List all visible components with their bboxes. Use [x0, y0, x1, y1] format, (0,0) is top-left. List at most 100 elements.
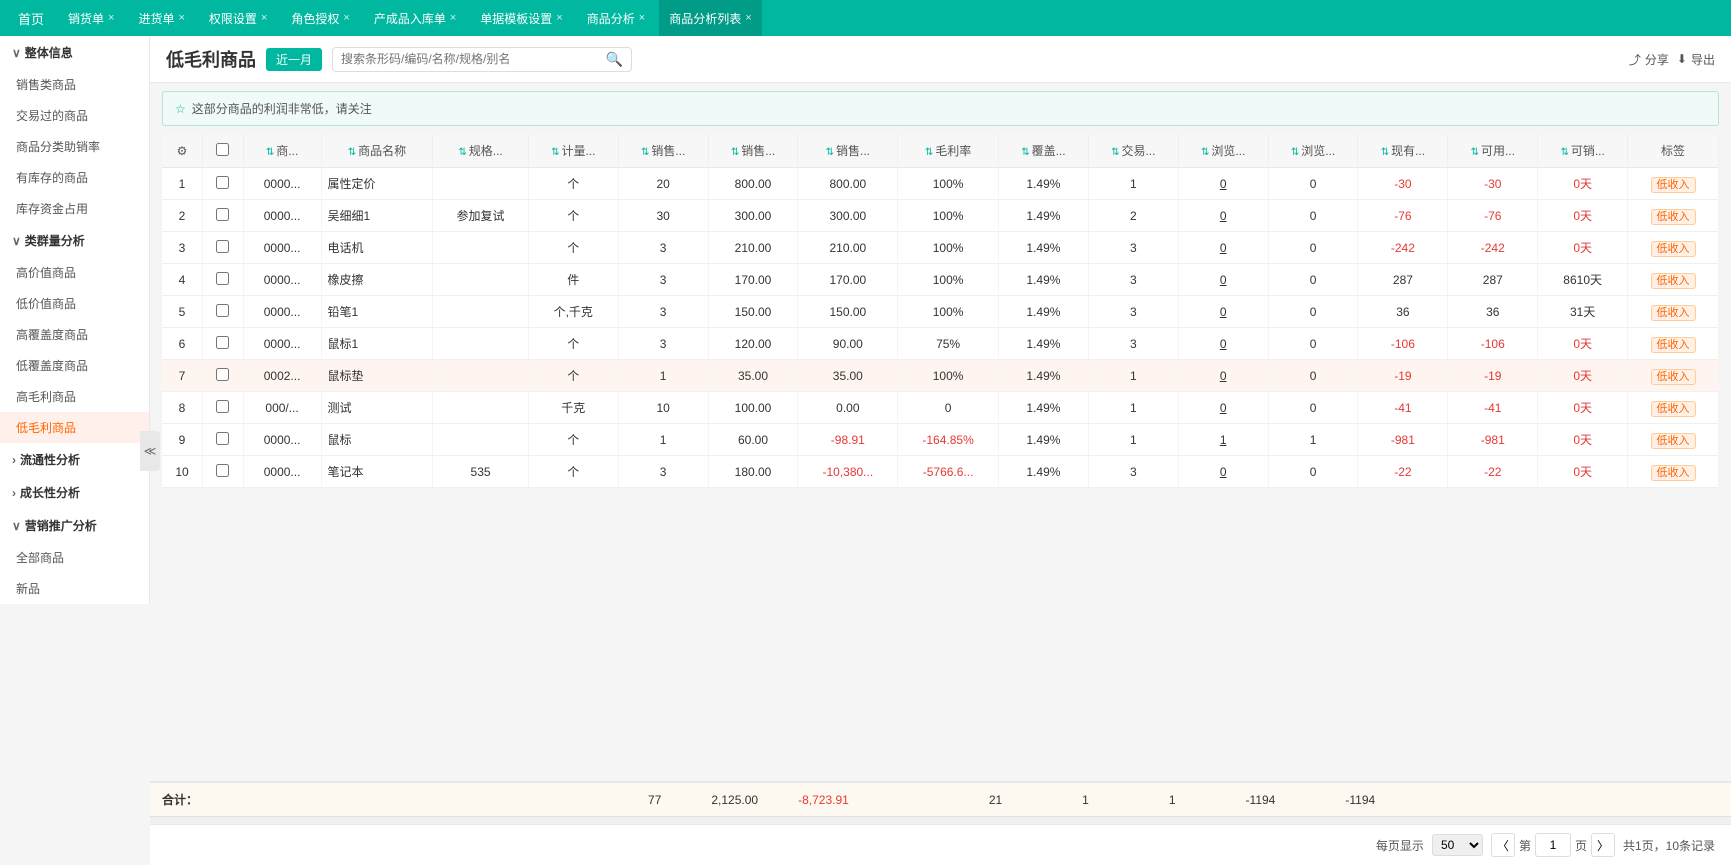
sidebar-item-low-coverage[interactable]: 低覆盖度商品: [0, 350, 149, 381]
share-button[interactable]: ⤴ 分享: [1629, 51, 1669, 68]
sidebar-group-overall[interactable]: ∨ 整体信息: [0, 36, 149, 69]
search-icon[interactable]: 🔍: [606, 51, 623, 68]
horizontal-scrollbar[interactable]: [150, 816, 1731, 824]
td-view1[interactable]: 0: [1178, 264, 1268, 296]
period-button[interactable]: 近一月: [266, 48, 322, 71]
td-saleable: 0天: [1538, 360, 1628, 392]
nav-purchase-order[interactable]: 进货单 ×: [128, 0, 194, 36]
sidebar-item-high-coverage[interactable]: 高覆盖度商品: [0, 319, 149, 350]
nav-product-analysis-list[interactable]: 商品分析列表 ×: [659, 0, 761, 36]
td-view1[interactable]: 0: [1178, 168, 1268, 200]
page-input[interactable]: [1535, 833, 1571, 857]
row-checkbox[interactable]: [216, 240, 229, 253]
td-view1[interactable]: 0: [1178, 296, 1268, 328]
td-checkbox[interactable]: [202, 232, 243, 264]
td-name: 橡皮擦: [321, 264, 433, 296]
nav-close-product[interactable]: ×: [450, 12, 456, 24]
sidebar-item-low-margin[interactable]: 低毛利商品: [0, 412, 149, 443]
row-checkbox[interactable]: [216, 368, 229, 381]
td-tag: 低收入: [1628, 296, 1719, 328]
nav-close-purchase[interactable]: ×: [178, 12, 184, 24]
th-gear[interactable]: ⚙: [162, 134, 202, 168]
export-button[interactable]: ⬇ 导出: [1677, 51, 1715, 68]
row-checkbox[interactable]: [216, 208, 229, 221]
td-sales1: 3: [618, 264, 708, 296]
td-checkbox[interactable]: [202, 264, 243, 296]
nav-permissions[interactable]: 权限设置 ×: [199, 0, 277, 36]
nav-home[interactable]: 首页: [8, 0, 54, 36]
td-view1[interactable]: 0: [1178, 200, 1268, 232]
table-row: 8 000/... 测试 千克 10 100.00 0.00 0 1.49% 1…: [162, 392, 1719, 424]
sidebar-item-sales-goods[interactable]: 销售类商品: [0, 69, 149, 100]
td-view1[interactable]: 0: [1178, 328, 1268, 360]
row-checkbox[interactable]: [216, 336, 229, 349]
notice-icon: ☆: [175, 102, 186, 116]
td-view1[interactable]: 0: [1178, 232, 1268, 264]
td-available: 287: [1448, 264, 1538, 296]
nav-close-analysis[interactable]: ×: [639, 12, 645, 24]
sidebar-group-cluster[interactable]: ∨ 类群量分析: [0, 224, 149, 257]
per-page-select[interactable]: 50 20 100: [1432, 834, 1483, 856]
sidebar-item-traded-goods[interactable]: 交易过的商品: [0, 100, 149, 131]
td-trade: 3: [1088, 296, 1178, 328]
nav-close-template[interactable]: ×: [556, 12, 562, 24]
td-checkbox[interactable]: [202, 360, 243, 392]
arrow-icon-3: ›: [12, 453, 16, 467]
footer-view1: 1: [1082, 793, 1089, 807]
sidebar-item-all-goods[interactable]: 全部商品: [0, 542, 149, 573]
th-checkbox[interactable]: [202, 134, 243, 168]
row-checkbox[interactable]: [216, 400, 229, 413]
search-input[interactable]: [341, 52, 606, 66]
sidebar-item-low-value[interactable]: 低价值商品: [0, 288, 149, 319]
nav-template-settings[interactable]: 单据模板设置 ×: [470, 0, 572, 36]
nav-close-role[interactable]: ×: [343, 12, 349, 24]
td-checkbox[interactable]: [202, 296, 243, 328]
td-trade: 1: [1088, 392, 1178, 424]
td-checkbox[interactable]: [202, 392, 243, 424]
row-checkbox[interactable]: [216, 176, 229, 189]
nav-product-analysis[interactable]: 商品分析 ×: [577, 0, 655, 36]
sidebar-item-high-value[interactable]: 高价值商品: [0, 257, 149, 288]
td-sales3: 90.00: [798, 328, 898, 360]
row-checkbox[interactable]: [216, 304, 229, 317]
td-view2: 0: [1268, 168, 1358, 200]
sidebar-item-new-goods[interactable]: 新品: [0, 573, 149, 604]
next-page-button[interactable]: 〉: [1591, 833, 1615, 857]
sidebar-item-high-margin[interactable]: 高毛利商品: [0, 381, 149, 412]
nav-close-analysis-list[interactable]: ×: [745, 12, 751, 24]
sidebar-collapse-button[interactable]: ≪: [140, 431, 160, 471]
td-sales2: 100.00: [708, 392, 798, 424]
td-checkbox[interactable]: [202, 200, 243, 232]
nav-close-sales[interactable]: ×: [108, 12, 114, 24]
sidebar-item-inventory-funds[interactable]: 库存资金占用: [0, 193, 149, 224]
sidebar-group-flow[interactable]: › 流通性分析: [0, 443, 149, 476]
td-view1[interactable]: 0: [1178, 392, 1268, 424]
td-available: -981: [1448, 424, 1538, 456]
nav-sales-order[interactable]: 销货单 ×: [58, 0, 124, 36]
nav-close-permissions[interactable]: ×: [261, 12, 267, 24]
sidebar-group-marketing[interactable]: ∨ 营销推广分析: [0, 509, 149, 542]
td-coverage: 1.49%: [998, 232, 1088, 264]
td-available: -106: [1448, 328, 1538, 360]
row-checkbox[interactable]: [216, 464, 229, 477]
td-view1[interactable]: 0: [1178, 456, 1268, 488]
td-stock: 287: [1358, 264, 1448, 296]
td-checkbox[interactable]: [202, 328, 243, 360]
sidebar-item-stock-goods[interactable]: 有库存的商品: [0, 162, 149, 193]
data-table: ⚙ ⇅商... ⇅商品名称 ⇅规格... ⇅计量... ⇅销售... ⇅销售..…: [162, 134, 1719, 488]
td-saleable: 0天: [1538, 168, 1628, 200]
td-view1[interactable]: 0: [1178, 360, 1268, 392]
row-checkbox[interactable]: [216, 272, 229, 285]
td-checkbox[interactable]: [202, 168, 243, 200]
sidebar-item-category-rate[interactable]: 商品分类助销率: [0, 131, 149, 162]
td-view1[interactable]: 1: [1178, 424, 1268, 456]
td-checkbox[interactable]: [202, 424, 243, 456]
select-all-checkbox[interactable]: [216, 143, 229, 156]
prev-page-button[interactable]: 〈: [1491, 833, 1515, 857]
row-checkbox[interactable]: [216, 432, 229, 445]
sidebar-group-growth[interactable]: › 成长性分析: [0, 476, 149, 509]
nav-product-entry[interactable]: 产成品入库单 ×: [364, 0, 466, 36]
td-checkbox[interactable]: [202, 456, 243, 488]
nav-role-auth[interactable]: 角色授权 ×: [281, 0, 359, 36]
td-gross-rate: 100%: [898, 168, 999, 200]
